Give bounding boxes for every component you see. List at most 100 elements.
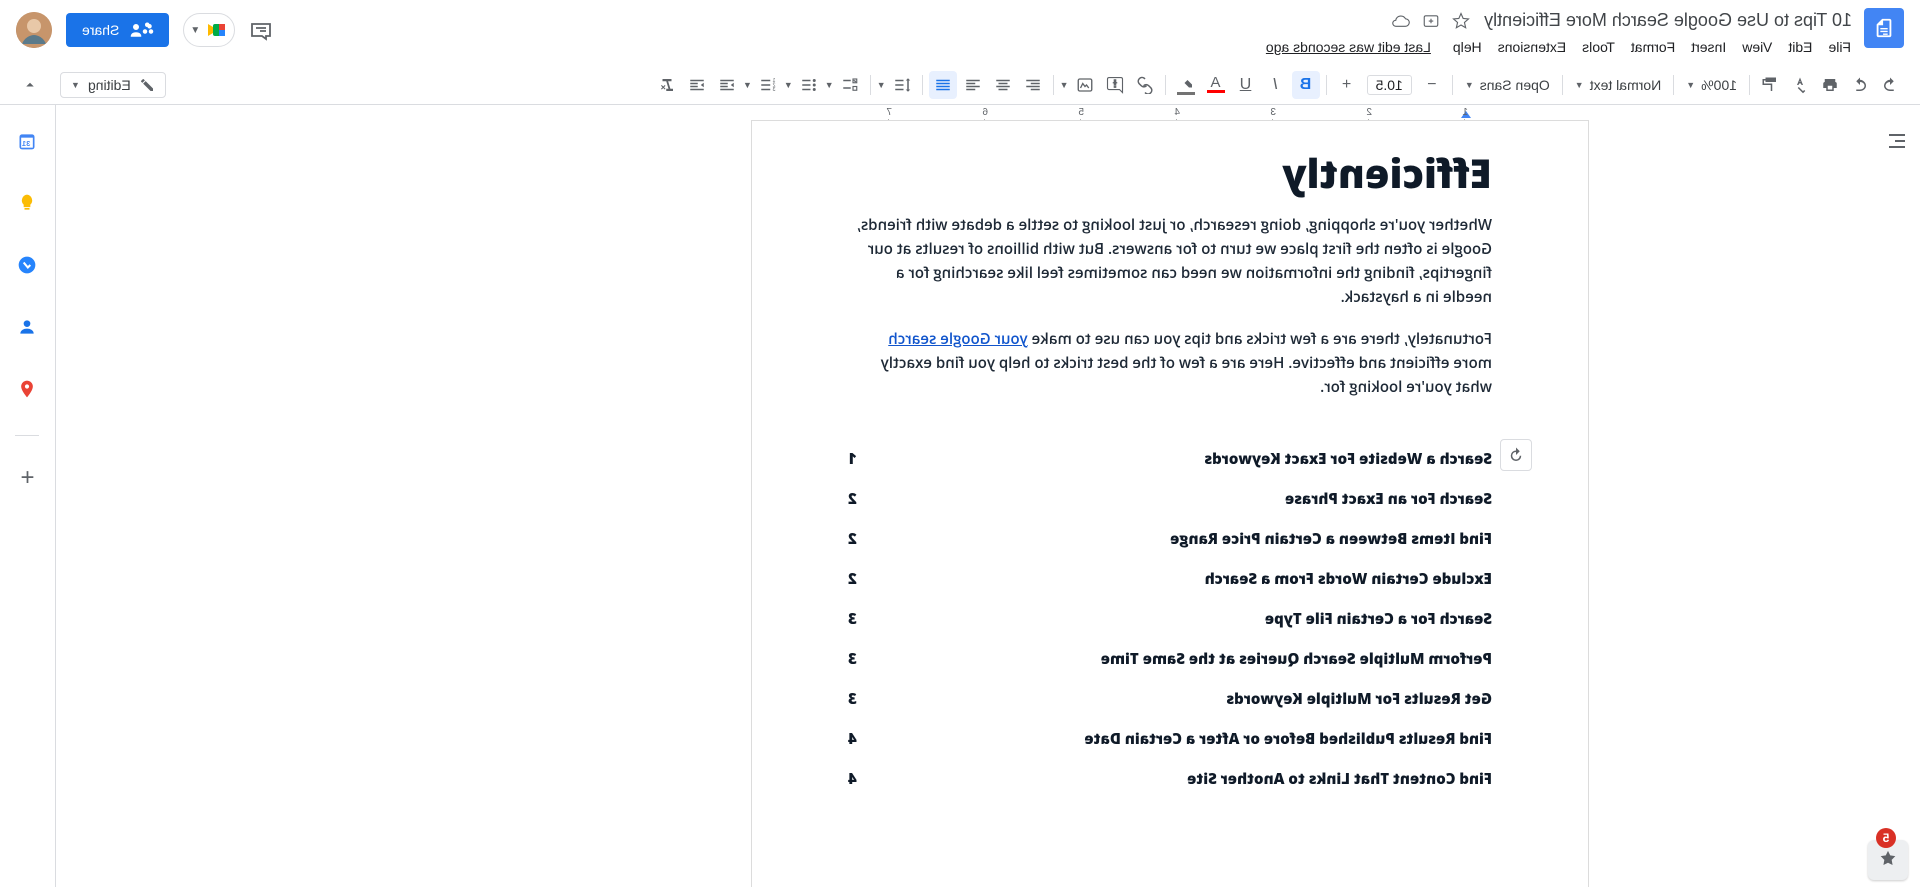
- bullet-caret-icon[interactable]: ▼: [784, 80, 793, 90]
- menu-edit[interactable]: Edit: [1781, 35, 1819, 59]
- decrease-indent-button[interactable]: [713, 71, 741, 99]
- editing-mode-button[interactable]: Editing ▼: [60, 72, 166, 98]
- menu-format[interactable]: Format: [1624, 35, 1682, 59]
- toc-row[interactable]: Search For a Certain File Type3: [848, 599, 1492, 639]
- doc-paragraph[interactable]: Whether you're shopping, doing research,…: [848, 213, 1492, 309]
- toc-row[interactable]: Get Results For Multiple Keywords3: [848, 679, 1492, 719]
- spellcheck-button[interactable]: [1786, 71, 1814, 99]
- caret-down-icon: ▼: [190, 25, 200, 36]
- outline-toggle-icon[interactable]: [1885, 129, 1909, 153]
- zoom-select[interactable]: 100%▼: [1680, 71, 1743, 99]
- hide-menus-button[interactable]: [16, 71, 44, 99]
- toc-title: Find Results Published Before or After a…: [1084, 729, 1492, 749]
- paint-format-button[interactable]: [1756, 71, 1784, 99]
- toc-refresh-button[interactable]: [1500, 439, 1532, 471]
- insert-link-button[interactable]: [1131, 71, 1159, 99]
- side-panel: 31 +: [0, 105, 56, 887]
- text-run: more efficient and effective. Here are a…: [881, 353, 1492, 397]
- get-addons-button[interactable]: +: [8, 458, 48, 498]
- editing-caret-icon: ▼: [71, 80, 80, 90]
- tasks-addon-icon[interactable]: [8, 245, 48, 285]
- checklist-button[interactable]: [836, 71, 864, 99]
- text-run: Fortunately, there are a few tricks and …: [1028, 329, 1492, 349]
- toc-page: 2: [848, 569, 857, 589]
- undo-button[interactable]: [1876, 71, 1904, 99]
- increase-font-size-button[interactable]: +: [1333, 71, 1361, 99]
- italic-button[interactable]: I: [1262, 71, 1290, 99]
- numbered-caret-icon[interactable]: ▼: [743, 80, 752, 90]
- align-left-button[interactable]: [1019, 71, 1047, 99]
- menu-file[interactable]: File: [1821, 35, 1858, 59]
- toc-row[interactable]: Search a Website For Exact Keywords1: [848, 439, 1492, 479]
- calendar-addon-icon[interactable]: 31: [8, 121, 48, 161]
- comment-history-icon[interactable]: [249, 18, 273, 42]
- insert-image-button[interactable]: [1071, 71, 1099, 99]
- document-page[interactable]: Efficiently Whether you're shopping, doi…: [752, 121, 1588, 887]
- svg-text:31: 31: [22, 139, 30, 148]
- font-select[interactable]: Open Sans▼: [1459, 71, 1556, 99]
- line-spacing-button[interactable]: [888, 71, 916, 99]
- contacts-addon-icon[interactable]: [8, 307, 48, 347]
- checklist-caret-icon[interactable]: ▼: [825, 80, 834, 90]
- toc-row[interactable]: Find Results Published Before or After a…: [848, 719, 1492, 759]
- bold-button[interactable]: B: [1292, 71, 1320, 99]
- align-right-button[interactable]: [959, 71, 987, 99]
- bulleted-list-button[interactable]: [795, 71, 823, 99]
- numbered-list-button[interactable]: 123: [754, 71, 782, 99]
- document-title[interactable]: 10 Tips to Use Google Search More Effici…: [1478, 8, 1858, 33]
- toc-row[interactable]: Search For an Exact Phrase2: [848, 479, 1492, 519]
- toc-row[interactable]: Find Content That Links to Another Site 4: [848, 759, 1492, 799]
- document-canvas[interactable]: 1 2 3 4 5 6 7 Efficiently Whether you're…: [56, 105, 1874, 887]
- menu-help[interactable]: Help: [1446, 35, 1489, 59]
- menu-insert[interactable]: Insert: [1684, 35, 1733, 59]
- docs-logo[interactable]: [1864, 8, 1904, 48]
- font-size-input[interactable]: 10.5: [1367, 75, 1412, 95]
- clear-formatting-button[interactable]: [653, 71, 681, 99]
- spacing-caret-icon[interactable]: ▼: [877, 80, 886, 90]
- meet-button[interactable]: ▼: [183, 13, 235, 47]
- highlight-color-button[interactable]: [1172, 71, 1200, 99]
- share-button[interactable]: Share: [66, 13, 169, 47]
- last-edit-link[interactable]: Last edit was seconds ago: [1259, 35, 1438, 59]
- menu-bar: File Edit View Insert Format Tools Exten…: [273, 35, 1858, 59]
- toc-row[interactable]: Exclude Certain Words From a Search2: [848, 559, 1492, 599]
- insert-comment-button[interactable]: [1101, 71, 1129, 99]
- menu-extensions[interactable]: Extensions: [1491, 35, 1573, 59]
- star-icon[interactable]: [1452, 12, 1470, 30]
- print-button[interactable]: [1816, 71, 1844, 99]
- menu-view[interactable]: View: [1735, 35, 1779, 59]
- underline-button[interactable]: U: [1232, 71, 1260, 99]
- editing-mode-label: Editing: [88, 77, 131, 93]
- table-of-contents[interactable]: Search a Website For Exact Keywords1 Sea…: [848, 439, 1492, 799]
- cloud-status-icon[interactable]: [1392, 12, 1410, 30]
- decrease-font-size-button[interactable]: −: [1418, 71, 1446, 99]
- paragraph-style-select[interactable]: Normal text▼: [1569, 71, 1668, 99]
- horizontal-ruler[interactable]: 1 2 3 4 5 6 7: [752, 105, 1588, 121]
- notification-badge: 5: [1876, 828, 1896, 848]
- toc-row[interactable]: Perform Multiple Search Queries at the S…: [848, 639, 1492, 679]
- toolbar: 100%▼ Normal text▼ Open Sans▼ − 10.5 + B…: [0, 65, 1920, 105]
- maps-addon-icon[interactable]: [8, 369, 48, 409]
- toc-title: Find Content That Links to Another Site: [1187, 769, 1492, 789]
- image-caret-icon[interactable]: ▼: [1060, 80, 1069, 90]
- toc-page: 4: [848, 769, 857, 789]
- increase-indent-button[interactable]: [683, 71, 711, 99]
- share-button-label: Share: [82, 22, 119, 38]
- toc-page: 1: [848, 449, 857, 469]
- toc-title: Get Results For Multiple Keywords: [1226, 689, 1492, 709]
- doc-heading[interactable]: Efficiently: [848, 151, 1492, 195]
- account-avatar[interactable]: [16, 12, 52, 48]
- toc-row[interactable]: Find Items Between a Certain Price Range…: [848, 519, 1492, 559]
- keep-addon-icon[interactable]: [8, 183, 48, 223]
- text-color-button[interactable]: A: [1202, 71, 1230, 99]
- doc-paragraph[interactable]: Fortunately, there are a few tricks and …: [848, 327, 1492, 399]
- move-icon[interactable]: [1422, 12, 1440, 30]
- ruler-tick: 4: [1174, 107, 1180, 118]
- align-center-button[interactable]: [989, 71, 1017, 99]
- redo-button[interactable]: [1846, 71, 1874, 99]
- svg-text:3: 3: [772, 87, 775, 93]
- doc-link[interactable]: your Google search: [888, 329, 1027, 349]
- toc-page: 3: [848, 649, 857, 669]
- menu-tools[interactable]: Tools: [1575, 35, 1622, 59]
- align-justify-button[interactable]: [929, 71, 957, 99]
